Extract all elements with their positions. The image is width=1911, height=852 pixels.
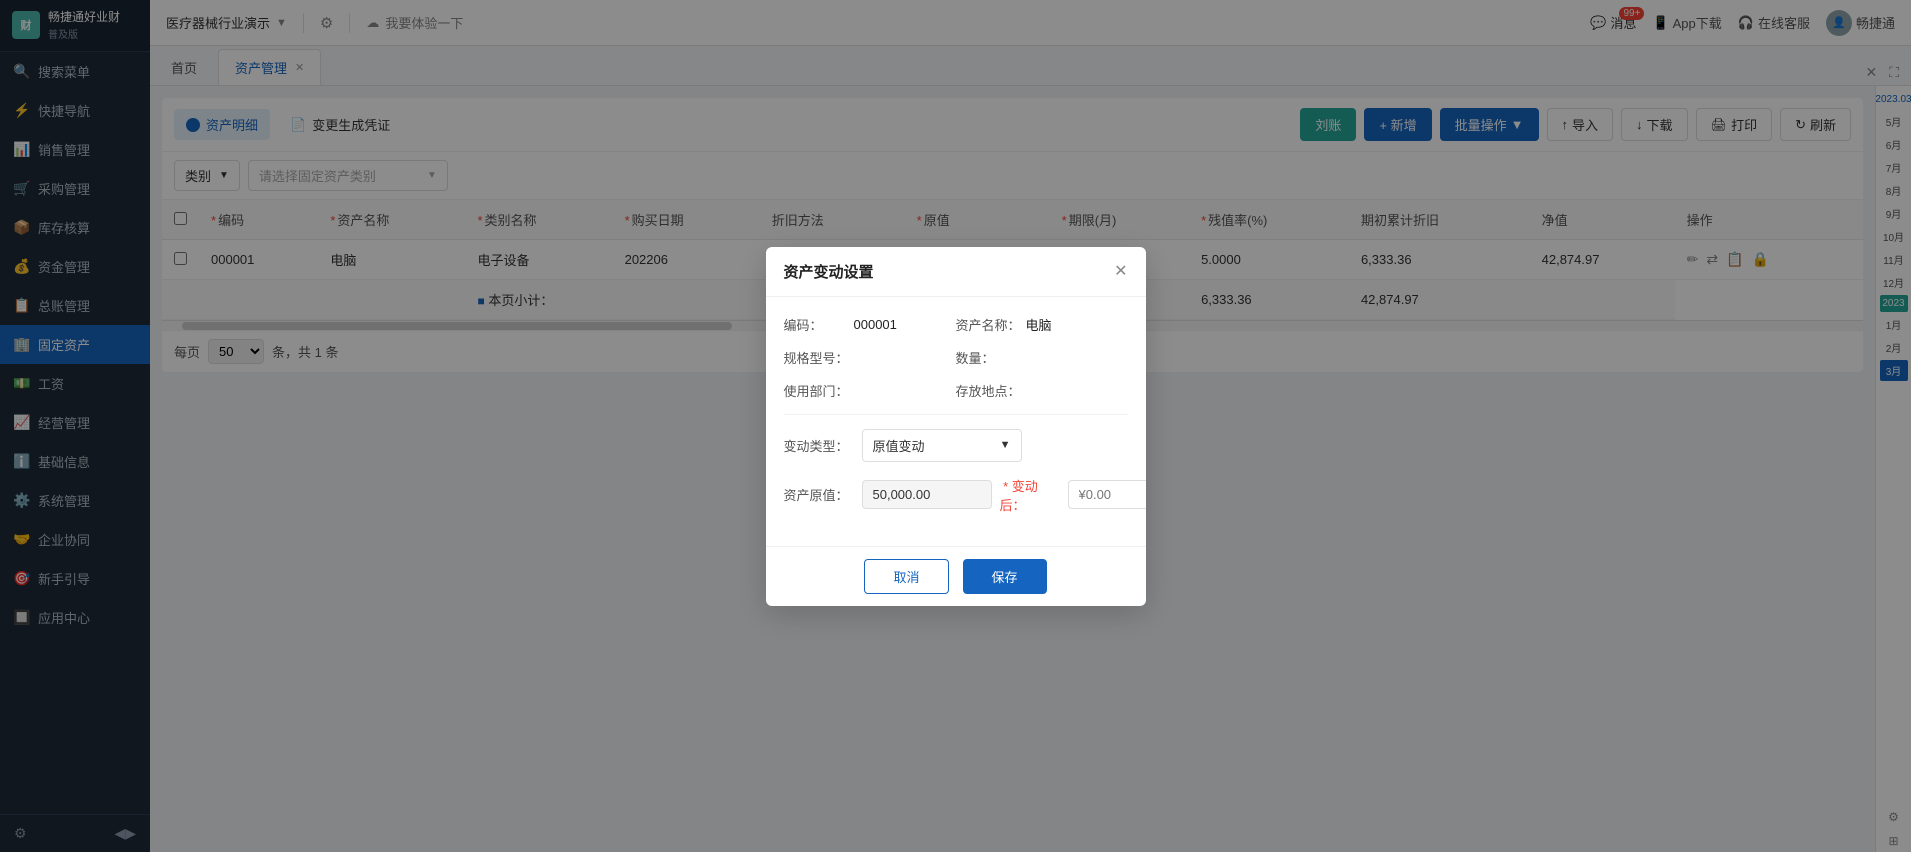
modal-footer: 取消 保存 (766, 546, 1146, 606)
cancel-label: 取消 (893, 570, 919, 585)
change-type-select[interactable]: 原值变动 ▼ (862, 429, 1022, 462)
modal-body: 编码： 000001 资产名称： 电脑 规格型号： 数量： (766, 297, 1146, 546)
asset-name-label: 资产名称： (956, 315, 1026, 334)
modal-dept-field: 使用部门： (784, 381, 956, 400)
chevron-down-icon: ▼ (1000, 439, 1011, 451)
change-type-value: 原值变动 (873, 436, 925, 455)
modal-close-icon[interactable]: ✕ (1114, 261, 1127, 281)
qty-label: 数量： (956, 348, 1026, 367)
after-change-input[interactable] (1068, 480, 1146, 509)
modal-value-row: 资产原值： * 变动后： (784, 476, 1128, 514)
modal-qty-field: 数量： (956, 348, 1128, 367)
modal-row-spec-qty: 规格型号： 数量： (784, 348, 1128, 367)
modal-title: 资产变动设置 (784, 261, 874, 282)
asset-name-value: 电脑 (1026, 315, 1052, 334)
modal-spec-field: 规格型号： (784, 348, 956, 367)
modal-location-field: 存放地点： (956, 381, 1128, 400)
dept-label: 使用部门： (784, 381, 854, 400)
original-value-input[interactable] (862, 480, 992, 509)
modal-code-field: 编码： 000001 (784, 315, 956, 334)
modal-divider (784, 414, 1128, 415)
code-label: 编码： (784, 315, 854, 334)
modal-overlay: 资产变动设置 ✕ 编码： 000001 资产名称： 电脑 规格型号： (0, 0, 1911, 852)
original-value-label: 资产原值： (784, 485, 854, 504)
after-change-label: * 变动后： (1000, 476, 1060, 514)
code-value: 000001 (854, 317, 897, 332)
modal-header: 资产变动设置 ✕ (766, 247, 1146, 297)
save-label: 保存 (992, 570, 1018, 585)
modal-name-field: 资产名称： 电脑 (956, 315, 1128, 334)
asset-change-modal: 资产变动设置 ✕ 编码： 000001 资产名称： 电脑 规格型号： (766, 247, 1146, 606)
spec-label: 规格型号： (784, 348, 854, 367)
modal-change-type-row: 变动类型： 原值变动 ▼ (784, 429, 1128, 462)
modal-row-dept-location: 使用部门： 存放地点： (784, 381, 1128, 400)
save-button[interactable]: 保存 (963, 559, 1047, 594)
cancel-button[interactable]: 取消 (864, 559, 948, 594)
location-label: 存放地点： (956, 381, 1026, 400)
modal-row-code-name: 编码： 000001 资产名称： 电脑 (784, 315, 1128, 334)
change-type-label: 变动类型： (784, 436, 854, 455)
